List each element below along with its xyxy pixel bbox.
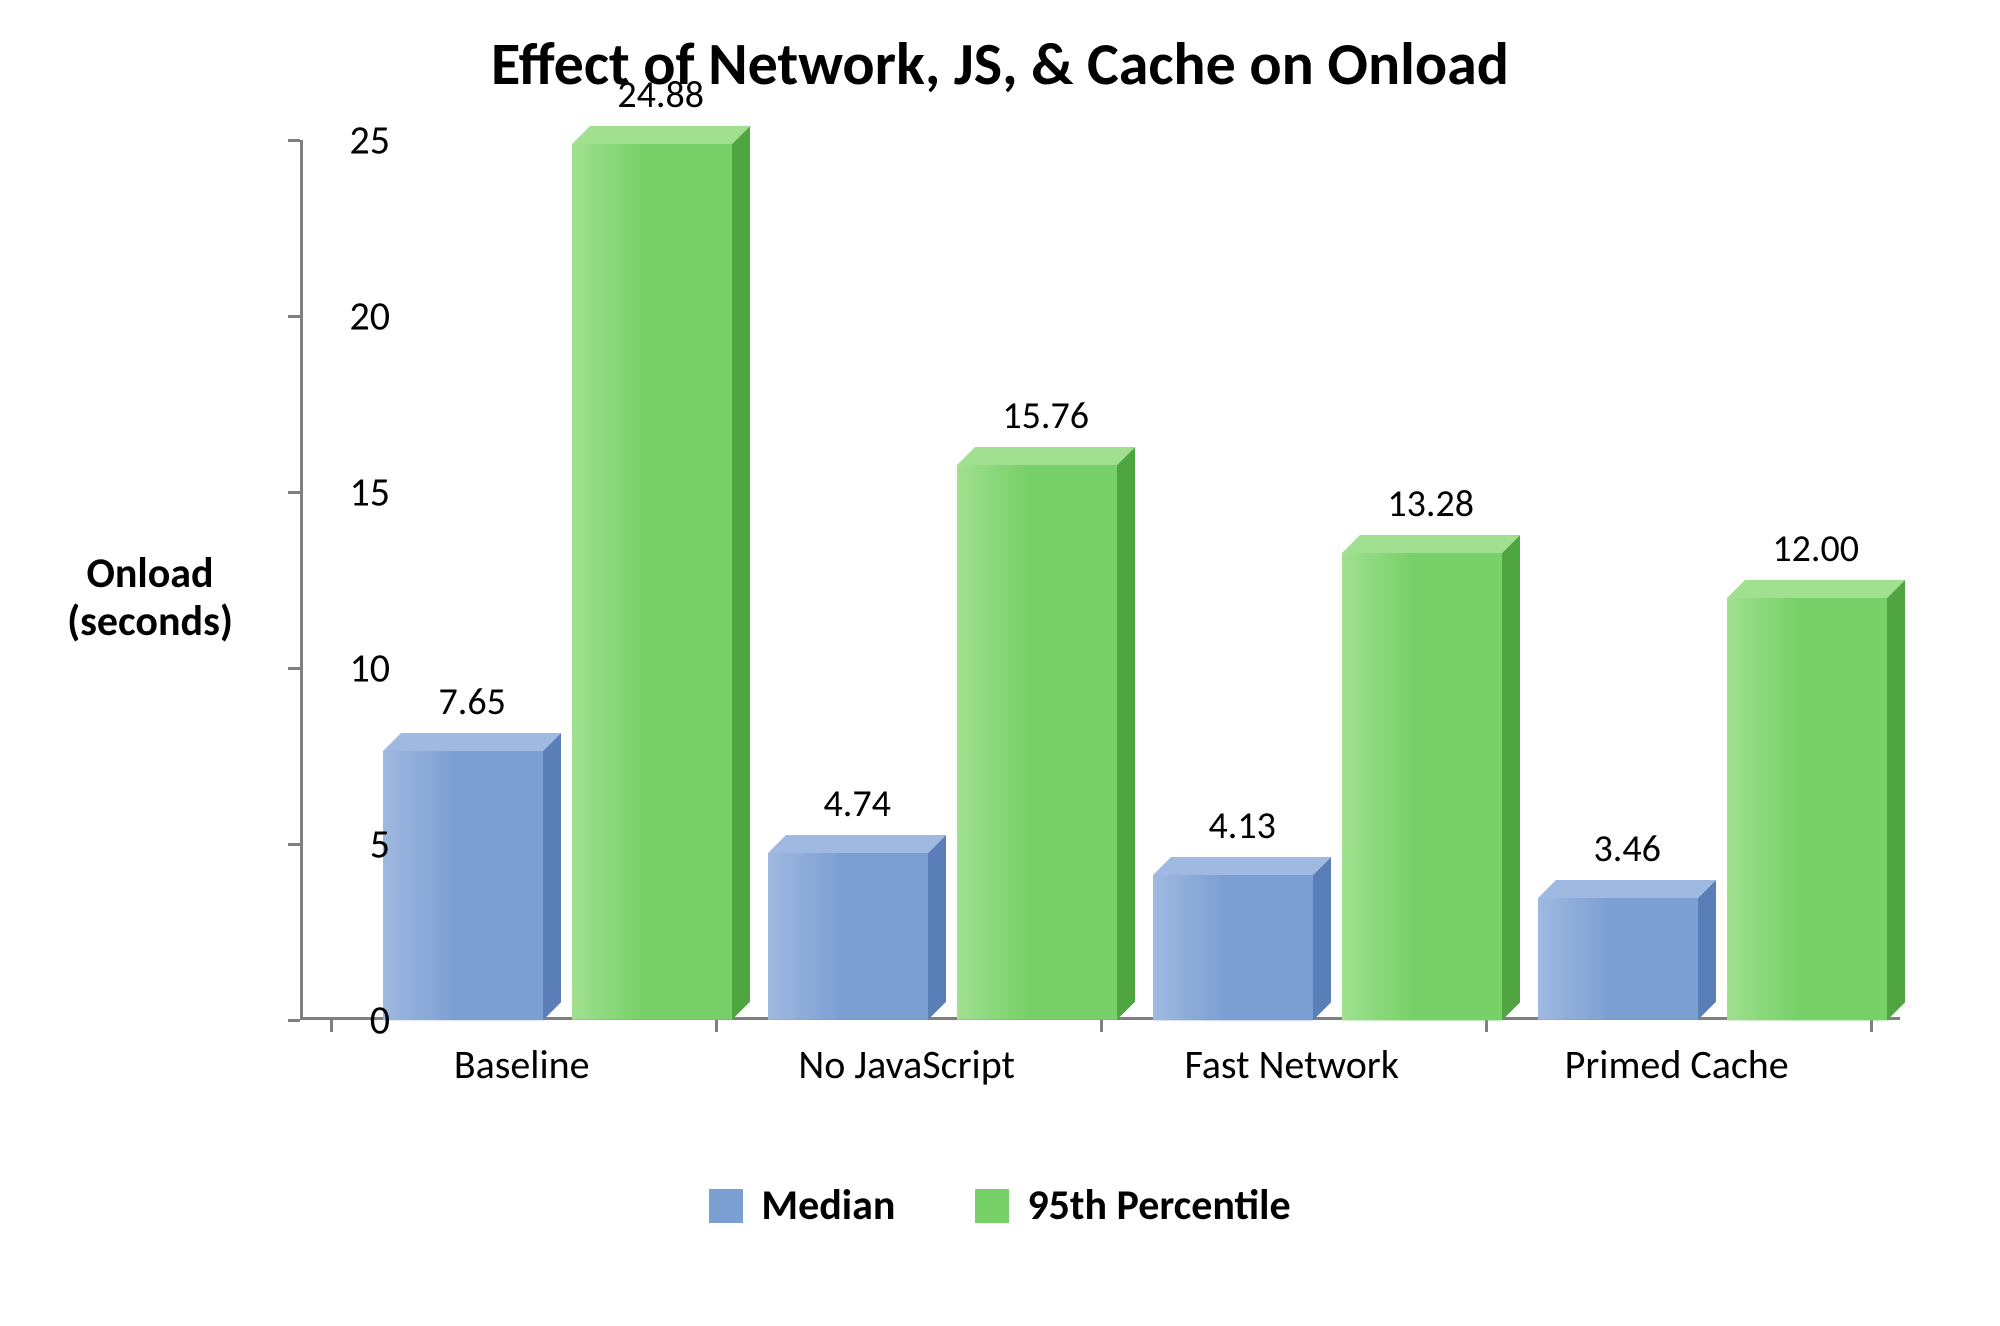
x-tick	[1485, 1020, 1488, 1032]
legend-swatch-p95	[975, 1189, 1009, 1223]
y-tick	[288, 491, 300, 494]
data-label-median: 4.13	[1209, 803, 1276, 849]
data-label-p95: 15.76	[1002, 393, 1089, 439]
y-tick	[288, 315, 300, 318]
bar-p95	[1342, 535, 1520, 1020]
data-label-median: 4.74	[824, 781, 891, 827]
bar-chart: Effect of Network, JS, & Cache on Onload…	[0, 0, 2000, 1326]
y-tick	[288, 139, 300, 142]
y-tick-label: 0	[310, 996, 390, 1045]
y-tick-label: 5	[310, 820, 390, 869]
x-category-label: Primed Cache	[1565, 1040, 1789, 1089]
legend: Median 95th Percentile	[0, 1180, 2000, 1231]
y-tick	[288, 843, 300, 846]
y-tick	[288, 667, 300, 670]
x-category-label: Fast Network	[1184, 1040, 1398, 1089]
x-tick	[1100, 1020, 1103, 1032]
bar-p95	[1727, 580, 1905, 1020]
y-axis-label-line1: Onload	[86, 548, 213, 599]
bar-median	[1153, 857, 1331, 1020]
data-label-p95: 12.00	[1772, 526, 1859, 572]
y-axis	[300, 140, 303, 1020]
plot-area: Baseline 7.6524.88No JavaScript	[300, 140, 1900, 1020]
bar-p95	[957, 447, 1135, 1020]
y-axis-label-line2: (seconds)	[67, 596, 233, 647]
data-label-median: 3.46	[1594, 826, 1661, 872]
legend-item-median: Median	[709, 1180, 895, 1231]
x-category-label: No JavaScript	[798, 1040, 1015, 1089]
y-tick-label: 25	[310, 116, 390, 165]
legend-item-p95: 95th Percentile	[975, 1180, 1290, 1231]
legend-label-median: Median	[761, 1180, 895, 1231]
data-label-median: 7.65	[439, 679, 506, 725]
bar-median	[1538, 880, 1716, 1020]
x-category-label: Baseline	[454, 1040, 590, 1089]
bar-median	[768, 835, 946, 1020]
y-tick-label: 15	[310, 468, 390, 517]
y-axis-label: Onload (seconds)	[40, 550, 260, 647]
data-label-p95: 24.88	[617, 72, 704, 118]
bar-p95	[572, 126, 750, 1020]
y-tick-label: 10	[310, 644, 390, 693]
chart-title: Effect of Network, JS, & Cache on Onload	[0, 28, 2000, 101]
legend-label-p95: 95th Percentile	[1027, 1180, 1290, 1231]
y-tick-label: 20	[310, 292, 390, 341]
y-tick	[288, 1019, 300, 1022]
data-label-p95: 13.28	[1387, 481, 1474, 527]
legend-swatch-median	[709, 1189, 743, 1223]
bar-median	[383, 733, 561, 1020]
x-tick	[715, 1020, 718, 1032]
x-tick	[1870, 1020, 1873, 1032]
